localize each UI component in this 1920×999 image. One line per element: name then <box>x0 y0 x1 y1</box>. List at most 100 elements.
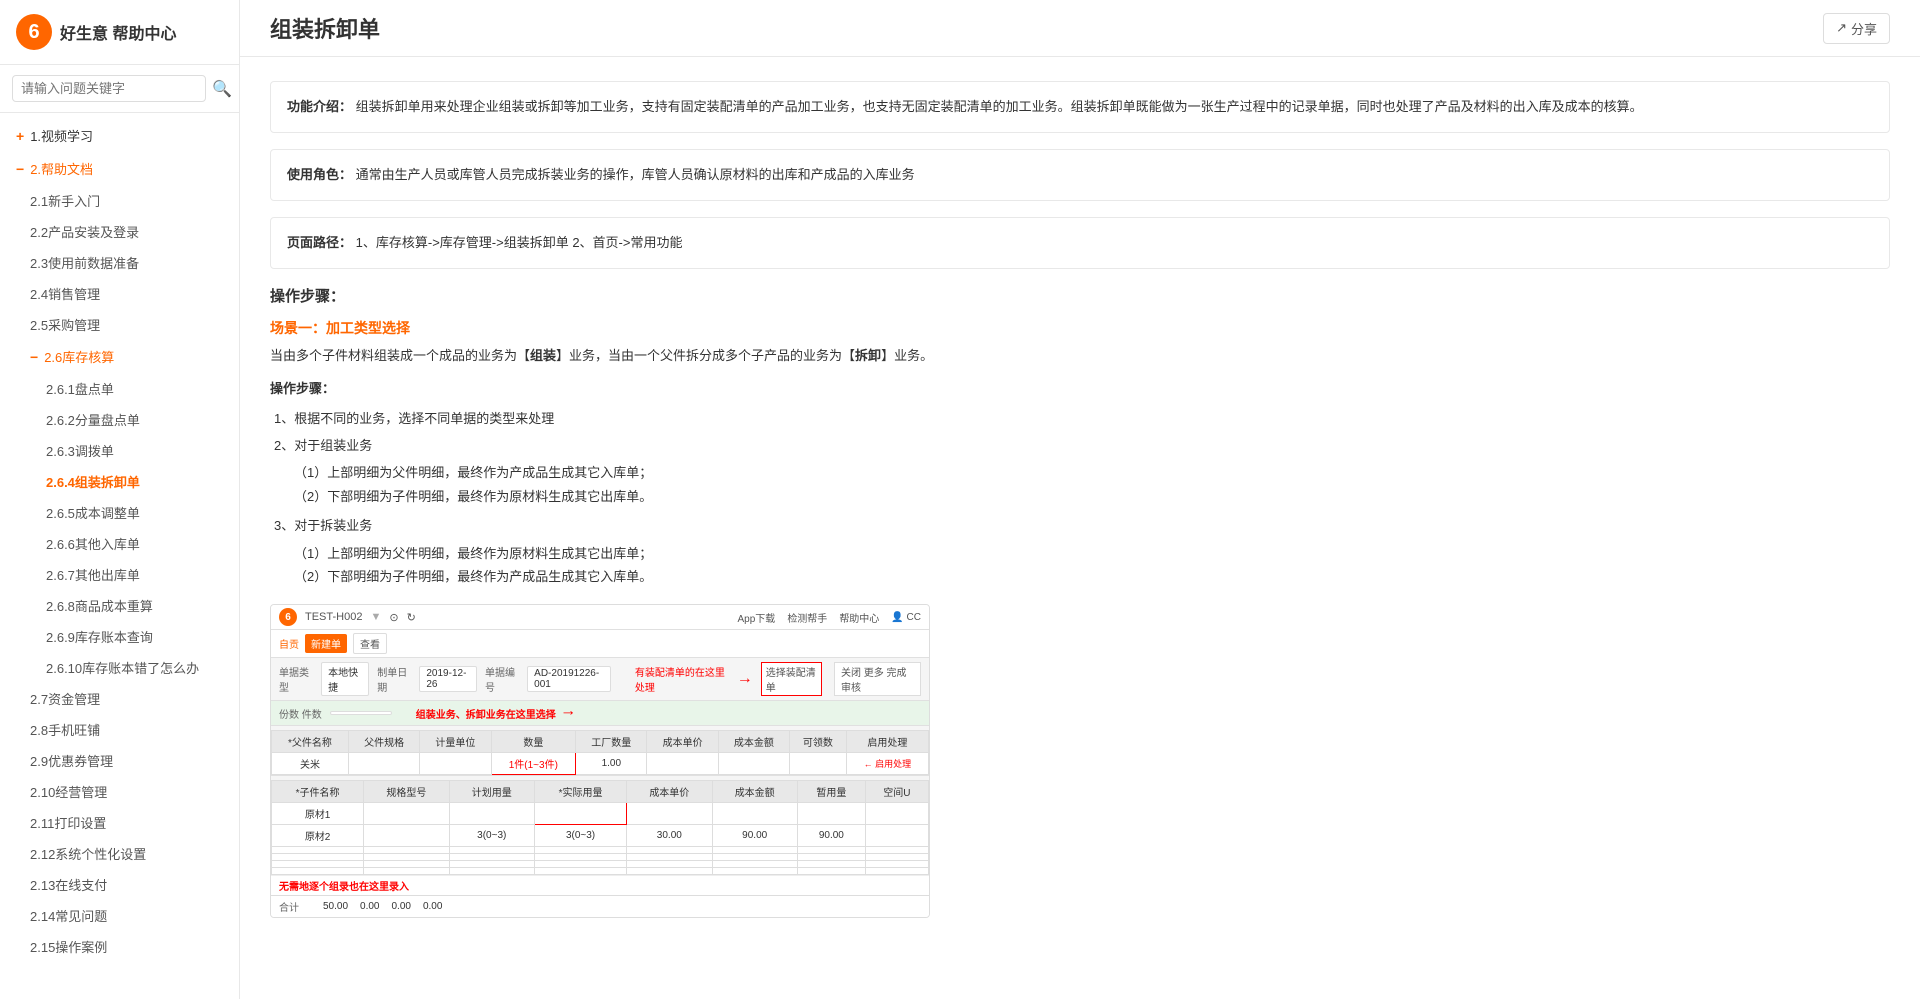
sidebar-item-2610[interactable]: 2.6.10库存账本错了怎么办 <box>16 652 239 683</box>
upper-table-area: *父件名称 父件规格 计量单位 数量 工厂数量 成本单价 成本金额 可领数 启用… <box>271 730 929 776</box>
sub-plan-1 <box>449 803 534 825</box>
footer-v5: 0.00 <box>423 901 442 912</box>
footer-v3: 0.00 <box>360 901 379 912</box>
annotation-type-select: 组装业务、拆卸业务在这里选择 <box>416 706 556 721</box>
sub-plan-2: 3(0~3) <box>449 825 534 847</box>
th-cost-amount: 成本金额 <box>718 731 789 753</box>
screenshot-inner: 6 TEST-H002 ▼ ⊙ ↻ App下载 检测帮手 帮助中心 👤 CC <box>271 605 929 917</box>
sidebar-item-system[interactable]: 2.12系统个性化设置 <box>0 838 239 869</box>
sidebar-item-267[interactable]: 2.6.7其他出库单 <box>16 559 239 590</box>
annotation-arrow1: → <box>737 670 753 688</box>
sub-space-2 <box>865 825 928 847</box>
sidebar-item-263[interactable]: 2.6.3调拨单 <box>16 435 239 466</box>
sidebar-item-beginner[interactable]: 2.1新手入门 <box>0 185 239 216</box>
annotation-assembly-list: 有装配清单的在这里处理 <box>635 664 729 694</box>
annotation-action: ← 启用处理 <box>864 759 912 769</box>
share-icon: ↗ <box>1836 20 1847 36</box>
sidebar-item-268[interactable]: 2.6.8商品成本重算 <box>16 590 239 621</box>
footer-v2: 50.00 <box>323 901 348 912</box>
lower-table-area: *子件名称 规格型号 计划用量 *实际用量 成本单价 成本金额 暂用量 空间U <box>271 780 929 875</box>
step2: 2、对于组装业务 <box>270 434 1890 457</box>
annotation-bulk-entry: 无需地逐个组录也在这里录入 <box>271 875 929 895</box>
footer-total-label: 合计 <box>279 899 299 914</box>
sidebar-item-label: 1.视频学习 <box>30 126 93 145</box>
th-factory-qty: 工厂数量 <box>576 731 647 753</box>
sub-cost-amount-2: 90.00 <box>712 825 797 847</box>
nav-new: 新建单 <box>305 634 347 653</box>
collapse-icon-inventory: − <box>30 349 38 365</box>
top-bar: 组装拆卸单 ↗ 分享 <box>240 0 1920 57</box>
doc-no-value: AD-20191226-001 <box>527 666 611 692</box>
step1: 1、根据不同的业务，选择不同单据的类型来处理 <box>270 407 1890 430</box>
parent-qty: 1件(1~3件) <box>491 753 576 775</box>
sidebar-item-coupon[interactable]: 2.9优惠券管理 <box>0 745 239 776</box>
label-count: 份数 件数 <box>279 706 322 721</box>
sidebar-item-cases[interactable]: 2.15操作案例 <box>0 931 239 962</box>
sub-name-2: 原材2 <box>272 825 364 847</box>
sidebar-item-video[interactable]: + 1.视频学习 <box>0 119 239 152</box>
sidebar-item-inventory[interactable]: − 2.6库存核算 <box>0 340 239 373</box>
parent-unit <box>420 753 491 775</box>
lth-actual: *实际用量 <box>534 781 626 803</box>
sub-temp-1 <box>797 803 865 825</box>
search-input[interactable] <box>12 75 206 102</box>
sidebar-item-purchase[interactable]: 2.5采购管理 <box>0 309 239 340</box>
sidebar-item-sales[interactable]: 2.4销售管理 <box>0 278 239 309</box>
doc-btn-confirm: 关闭 更多 完成审核 <box>834 662 921 696</box>
th-name: *父件名称 <box>272 731 349 753</box>
app-divider: ▼ <box>370 611 381 623</box>
sidebar-item-data-prep[interactable]: 2.3使用前数据准备 <box>0 247 239 278</box>
page-title: 组装拆卸单 <box>270 12 380 44</box>
step3-sub1: （1）上部明细为父件明细，最终作为原材料生成其它出库单； <box>270 542 1890 565</box>
sub-row-4 <box>272 854 929 861</box>
path-text: 1、库存核算->库存管理->组装拆卸单 2、首页->常用功能 <box>356 235 683 250</box>
content-area: 功能介绍： 组装拆卸单用来处理企业组装或拆卸等加工业务，支持有固定装配清单的产品… <box>240 57 1920 999</box>
app-nav-helpcenter: 帮助中心 <box>839 610 879 625</box>
sidebar-item-265[interactable]: 2.6.5成本调整单 <box>16 497 239 528</box>
sidebar-item-262[interactable]: 2.6.2分量盘点单 <box>16 404 239 435</box>
form-second-row: 份数 件数 组装业务、拆卸业务在这里选择 ↑ <box>271 701 929 726</box>
step3-sub2: （2）下部明细为子件明细，最终作为产成品生成其它入库单。 <box>270 565 1890 588</box>
sidebar-item-266[interactable]: 2.6.6其他入库单 <box>16 528 239 559</box>
th-spec: 父件规格 <box>348 731 419 753</box>
sidebar-item-payment[interactable]: 2.13在线支付 <box>0 869 239 900</box>
sidebar-item-help-docs[interactable]: − 2.帮助文档 <box>0 152 239 185</box>
sub-space-1 <box>865 803 928 825</box>
parent-cost-amount <box>718 753 789 775</box>
role-text: 通常由生产人员或库管人员完成拆装业务的操作，库管人员确认原材料的出库和产成品的入… <box>356 167 915 182</box>
doc-date-value: 2019-12-26 <box>419 666 477 692</box>
sidebar-item-install[interactable]: 2.2产品安装及登录 <box>0 216 239 247</box>
sidebar-item-operation[interactable]: 2.10经营管理 <box>0 776 239 807</box>
sub-row-3 <box>272 847 929 854</box>
annotation-select-list: 选择装配清单 <box>761 662 822 696</box>
intro-block: 功能介绍： 组装拆卸单用来处理企业组装或拆卸等加工业务，支持有固定装配清单的产品… <box>270 81 1890 133</box>
parent-spec <box>348 753 419 775</box>
sidebar-item-print[interactable]: 2.11打印设置 <box>0 807 239 838</box>
sidebar-item-finance[interactable]: 2.7资金管理 <box>0 683 239 714</box>
app-main-nav: 自贡 新建单 查看 <box>271 630 929 658</box>
app-id: TEST-H002 <box>305 611 362 623</box>
share-button[interactable]: ↗ 分享 <box>1823 13 1890 44</box>
scenario1-title: 场景一：加工类型选择 <box>270 318 1890 338</box>
th-cost-price: 成本单价 <box>647 731 718 753</box>
sidebar-header: 6 好生意 帮助中心 <box>0 0 239 65</box>
main-content: 组装拆卸单 ↗ 分享 功能介绍： 组装拆卸单用来处理企业组装或拆卸等加工业务，支… <box>240 0 1920 999</box>
sidebar-item-mobile[interactable]: 2.8手机旺铺 <box>0 714 239 745</box>
share-label: 分享 <box>1851 19 1877 38</box>
sidebar-item-261[interactable]: 2.6.1盘点单 <box>16 373 239 404</box>
sidebar-item-269[interactable]: 2.6.9库存账本查询 <box>16 621 239 652</box>
search-icon[interactable]: 🔍 <box>212 79 232 99</box>
parent-available <box>790 753 847 775</box>
th-qty: 数量 <box>491 731 576 753</box>
app-topbar: 6 TEST-H002 ▼ ⊙ ↻ App下载 检测帮手 帮助中心 👤 CC <box>271 605 929 630</box>
expand-icon: + <box>16 128 24 144</box>
sidebar-item-faq[interactable]: 2.14常见问题 <box>0 900 239 931</box>
lth-space: 空间U <box>865 781 928 803</box>
lth-plan: 计划用量 <box>449 781 534 803</box>
sidebar-sub-items-help: 2.1新手入门 2.2产品安装及登录 2.3使用前数据准备 2.4销售管理 2.… <box>0 185 239 962</box>
app-nav-refresh: ↻ <box>407 611 416 624</box>
doc-type-label: 单据类型 <box>279 664 313 694</box>
doc-date-label: 制单日期 <box>377 664 411 694</box>
lth-temp: 暂用量 <box>797 781 865 803</box>
sidebar-item-264[interactable]: 2.6.4组装拆卸单 <box>16 466 239 497</box>
